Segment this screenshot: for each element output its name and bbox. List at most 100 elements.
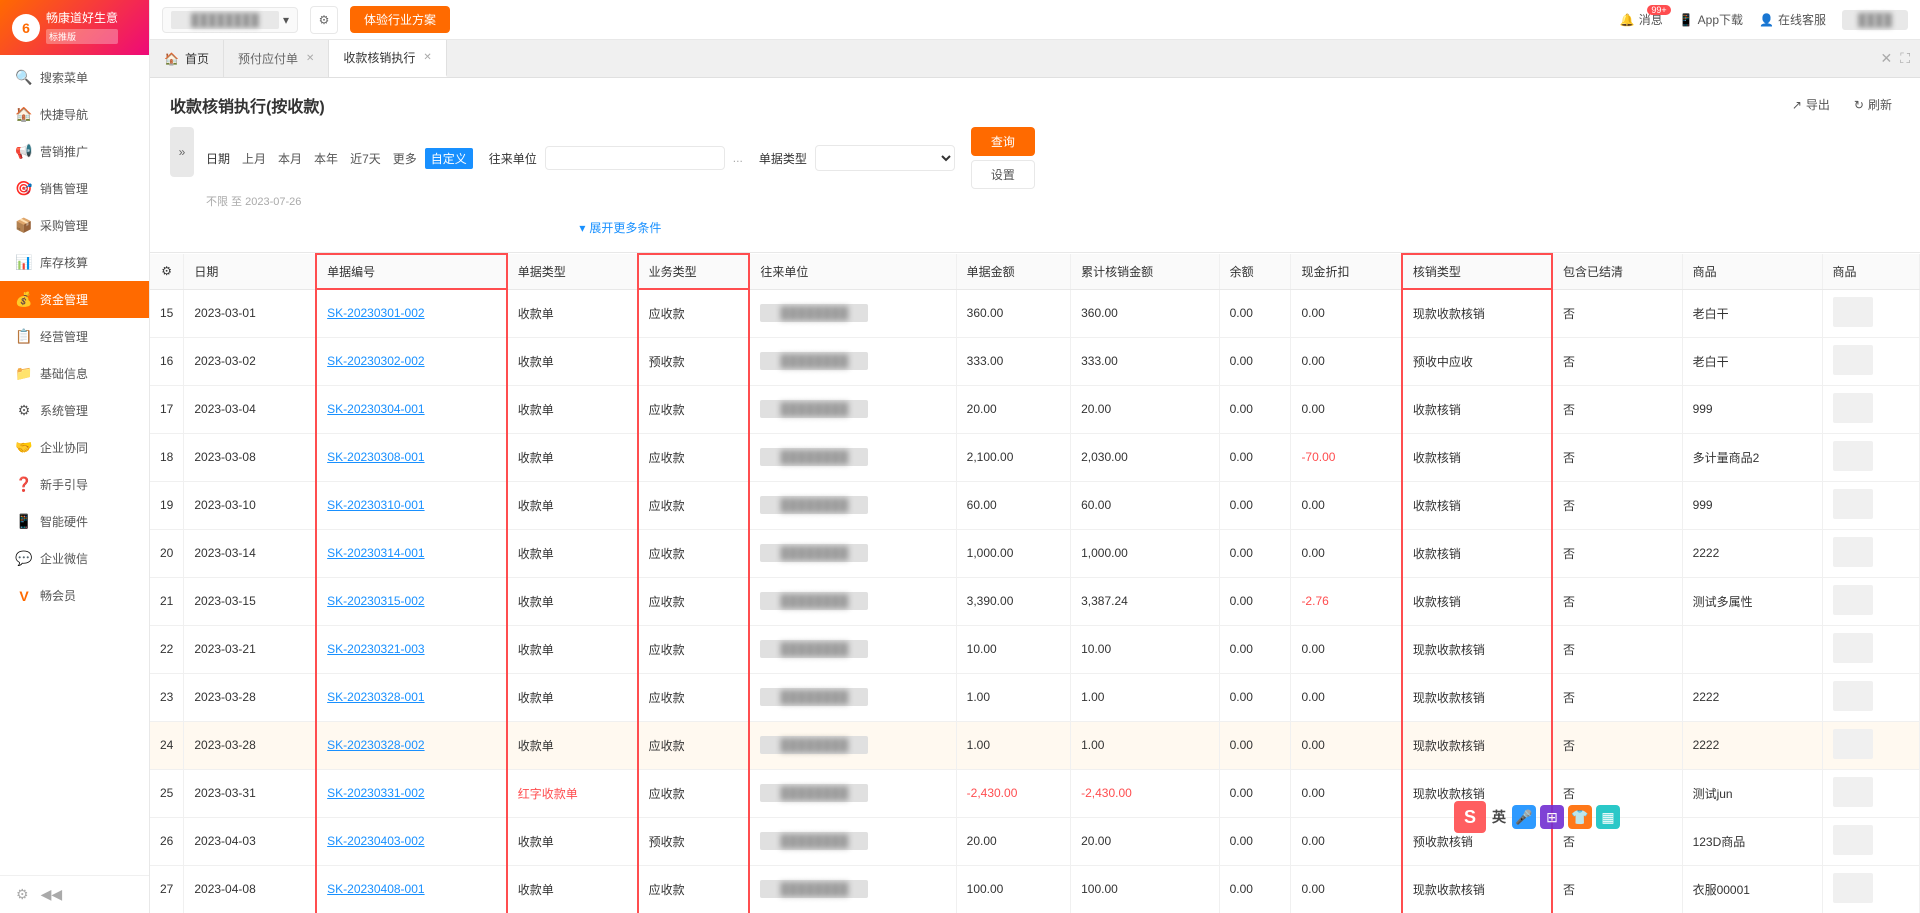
date-filter-label: 日期 <box>206 150 230 167</box>
settings-bottom-icon[interactable]: ⚙ <box>16 886 29 903</box>
wechat-icon: 💬 <box>16 551 32 567</box>
header-dropdown[interactable]: ████████ ▾ <box>162 7 298 33</box>
tab-home[interactable]: 🏠 首页 <box>150 40 224 77</box>
member-icon: V <box>16 588 32 604</box>
date-opt-this-year[interactable]: 本年 <box>310 148 342 169</box>
query-button[interactable]: 查询 <box>971 127 1035 156</box>
billtype-select[interactable]: 收款单 红字收款单 <box>815 145 955 171</box>
operations-icon: 📋 <box>16 329 32 345</box>
td-include-settled: 否 <box>1552 673 1682 721</box>
td-balance: 0.00 <box>1219 289 1291 337</box>
td-cancel-type: 现款收款核销 <box>1402 721 1552 769</box>
sidebar-item-finance[interactable]: 💰 资金管理 <box>0 281 149 318</box>
header-gear-btn[interactable]: ⚙ <box>310 6 338 34</box>
table-row[interactable]: 21 2023-03-15 SK-20230315-002 收款单 应收款 ██… <box>150 577 1920 625</box>
date-opt-last-month[interactable]: 上月 <box>238 148 270 169</box>
td-bill-no[interactable]: SK-20230314-001 <box>316 529 507 577</box>
td-bill-no[interactable]: SK-20230331-002 <box>316 769 507 817</box>
td-balance: 0.00 <box>1219 577 1291 625</box>
app-download-btn[interactable]: 📱 App下载 <box>1679 11 1743 28</box>
table-row[interactable]: 19 2023-03-10 SK-20230310-001 收款单 应收款 ██… <box>150 481 1920 529</box>
td-bill-no[interactable]: SK-20230408-001 <box>316 865 507 913</box>
sidebar-item-system[interactable]: ⚙ 系统管理 <box>0 392 149 429</box>
sidebar-item-sales[interactable]: 🎯 销售管理 <box>0 170 149 207</box>
partner-input[interactable] <box>545 146 725 170</box>
message-btn[interactable]: 🔔 消息 99+ <box>1620 11 1663 28</box>
sidebar-item-basics[interactable]: 📁 基础信息 <box>0 355 149 392</box>
table-row[interactable]: 20 2023-03-14 SK-20230314-001 收款单 应收款 ██… <box>150 529 1920 577</box>
table-row[interactable]: 16 2023-03-02 SK-20230302-002 收款单 预收款 ██… <box>150 337 1920 385</box>
date-opt-custom[interactable]: 自定义 <box>425 148 473 169</box>
sidebar-item-guide[interactable]: ❓ 新手引导 <box>0 466 149 503</box>
expand-conditions-btn[interactable]: ▾ 展开更多条件 <box>206 213 1035 242</box>
td-product2 <box>1822 673 1919 721</box>
maximize-icon[interactable]: ⛶ <box>1900 50 1910 67</box>
dropdown-label: ████████ <box>171 11 279 29</box>
td-date: 2023-03-02 <box>184 337 316 385</box>
tab-prepay[interactable]: 预付应付单 ✕ <box>224 40 329 77</box>
settings-button[interactable]: 设置 <box>971 160 1035 189</box>
solution-button[interactable]: 体验行业方案 <box>350 6 450 33</box>
table-row[interactable]: 18 2023-03-08 SK-20230308-001 收款单 应收款 ██… <box>150 433 1920 481</box>
td-bill-no[interactable]: SK-20230328-002 <box>316 721 507 769</box>
sidebar-item-marketing[interactable]: 📢 营销推广 <box>0 133 149 170</box>
td-bill-no[interactable]: SK-20230315-002 <box>316 577 507 625</box>
td-bill-no[interactable]: SK-20230302-002 <box>316 337 507 385</box>
sidebar-item-label: 企业协同 <box>40 439 88 456</box>
td-bill-no[interactable]: SK-20230403-002 <box>316 817 507 865</box>
sales-icon: 🎯 <box>16 181 32 197</box>
watermark-grid-icon: ⊞ <box>1540 805 1564 829</box>
close-tab-icon[interactable]: ✕ <box>306 53 314 64</box>
td-bill-no[interactable]: SK-20230304-001 <box>316 385 507 433</box>
td-bill-no[interactable]: SK-20230321-003 <box>316 625 507 673</box>
td-bill-no[interactable]: SK-20230310-001 <box>316 481 507 529</box>
refresh-label: 刷新 <box>1868 96 1892 113</box>
table-row[interactable]: 25 2023-03-31 SK-20230331-002 红字收款单 应收款 … <box>150 769 1920 817</box>
close-tab-icon[interactable]: ✕ <box>423 52 431 63</box>
sidebar-item-member[interactable]: V 畅会员 <box>0 577 149 614</box>
sidebar-item-label: 新手引导 <box>40 476 88 493</box>
th-date: 日期 <box>184 254 316 289</box>
guide-icon: ❓ <box>16 477 32 493</box>
td-idx: 23 <box>150 673 184 721</box>
date-opt-more[interactable]: 更多 <box>389 148 421 169</box>
th-bill-no-label: 单据编号 <box>327 263 375 280</box>
date-opt-this-month[interactable]: 本月 <box>274 148 306 169</box>
sidebar-item-enterprise[interactable]: 🤝 企业协同 <box>0 429 149 466</box>
sidebar-item-quicknav[interactable]: 🏠 快捷导航 <box>0 96 149 133</box>
table-row[interactable]: 22 2023-03-21 SK-20230321-003 收款单 应收款 ██… <box>150 625 1920 673</box>
table-row[interactable]: 24 2023-03-28 SK-20230328-002 收款单 应收款 ██… <box>150 721 1920 769</box>
sidebar-item-inventory[interactable]: 📊 库存核算 <box>0 244 149 281</box>
collapse-icon[interactable]: ◀◀ <box>41 886 63 903</box>
sidebar-item-hardware[interactable]: 📱 智能硬件 <box>0 503 149 540</box>
td-bill-no[interactable]: SK-20230328-001 <box>316 673 507 721</box>
export-btn[interactable]: ↗ 导出 <box>1784 92 1838 117</box>
td-biz-type: 应收款 <box>638 673 750 721</box>
online-service-btn[interactable]: 👤 在线客服 <box>1759 11 1826 28</box>
table-row[interactable]: 17 2023-03-04 SK-20230304-001 收款单 应收款 ██… <box>150 385 1920 433</box>
sidebar-logo: 6 畅康道好生意 标推版 <box>0 0 149 55</box>
table-row[interactable]: 26 2023-04-03 SK-20230403-002 收款单 预收款 ██… <box>150 817 1920 865</box>
expand-label: 展开更多条件 <box>589 219 661 236</box>
table-row[interactable]: 15 2023-03-01 SK-20230301-002 收款单 应收款 ██… <box>150 289 1920 337</box>
td-amount: 1,000.00 <box>956 529 1070 577</box>
close-window-icon[interactable]: ✕ <box>1880 50 1892 67</box>
sidebar-item-purchase[interactable]: 📦 采购管理 <box>0 207 149 244</box>
tab-bar: 🏠 首页 预付应付单 ✕ 收款核销执行 ✕ ✕ ⛶ <box>150 40 1920 78</box>
sidebar-item-operations[interactable]: 📋 经营管理 <box>0 318 149 355</box>
tab-verify[interactable]: 收款核销执行 ✕ <box>329 40 446 77</box>
table-row[interactable]: 27 2023-04-08 SK-20230408-001 收款单 应收款 ██… <box>150 865 1920 913</box>
td-bill-no[interactable]: SK-20230301-002 <box>316 289 507 337</box>
date-opt-7days[interactable]: 近7天 <box>346 148 385 169</box>
sidebar-item-search[interactable]: 🔍 搜索菜单 <box>0 59 149 96</box>
td-balance: 0.00 <box>1219 625 1291 673</box>
table-row[interactable]: 23 2023-03-28 SK-20230328-001 收款单 应收款 ██… <box>150 673 1920 721</box>
sidebar-item-wechat[interactable]: 💬 企业微信 <box>0 540 149 577</box>
page-actions: ↗ 导出 ↻ 刷新 <box>1784 92 1900 117</box>
td-bill-no[interactable]: SK-20230308-001 <box>316 433 507 481</box>
expand-arrow-btn[interactable]: » <box>170 127 194 177</box>
th-settings[interactable]: ⚙ <box>150 254 184 289</box>
td-product: 999 <box>1682 481 1822 529</box>
refresh-btn[interactable]: ↻ 刷新 <box>1846 92 1900 117</box>
td-discount: 0.00 <box>1291 673 1402 721</box>
